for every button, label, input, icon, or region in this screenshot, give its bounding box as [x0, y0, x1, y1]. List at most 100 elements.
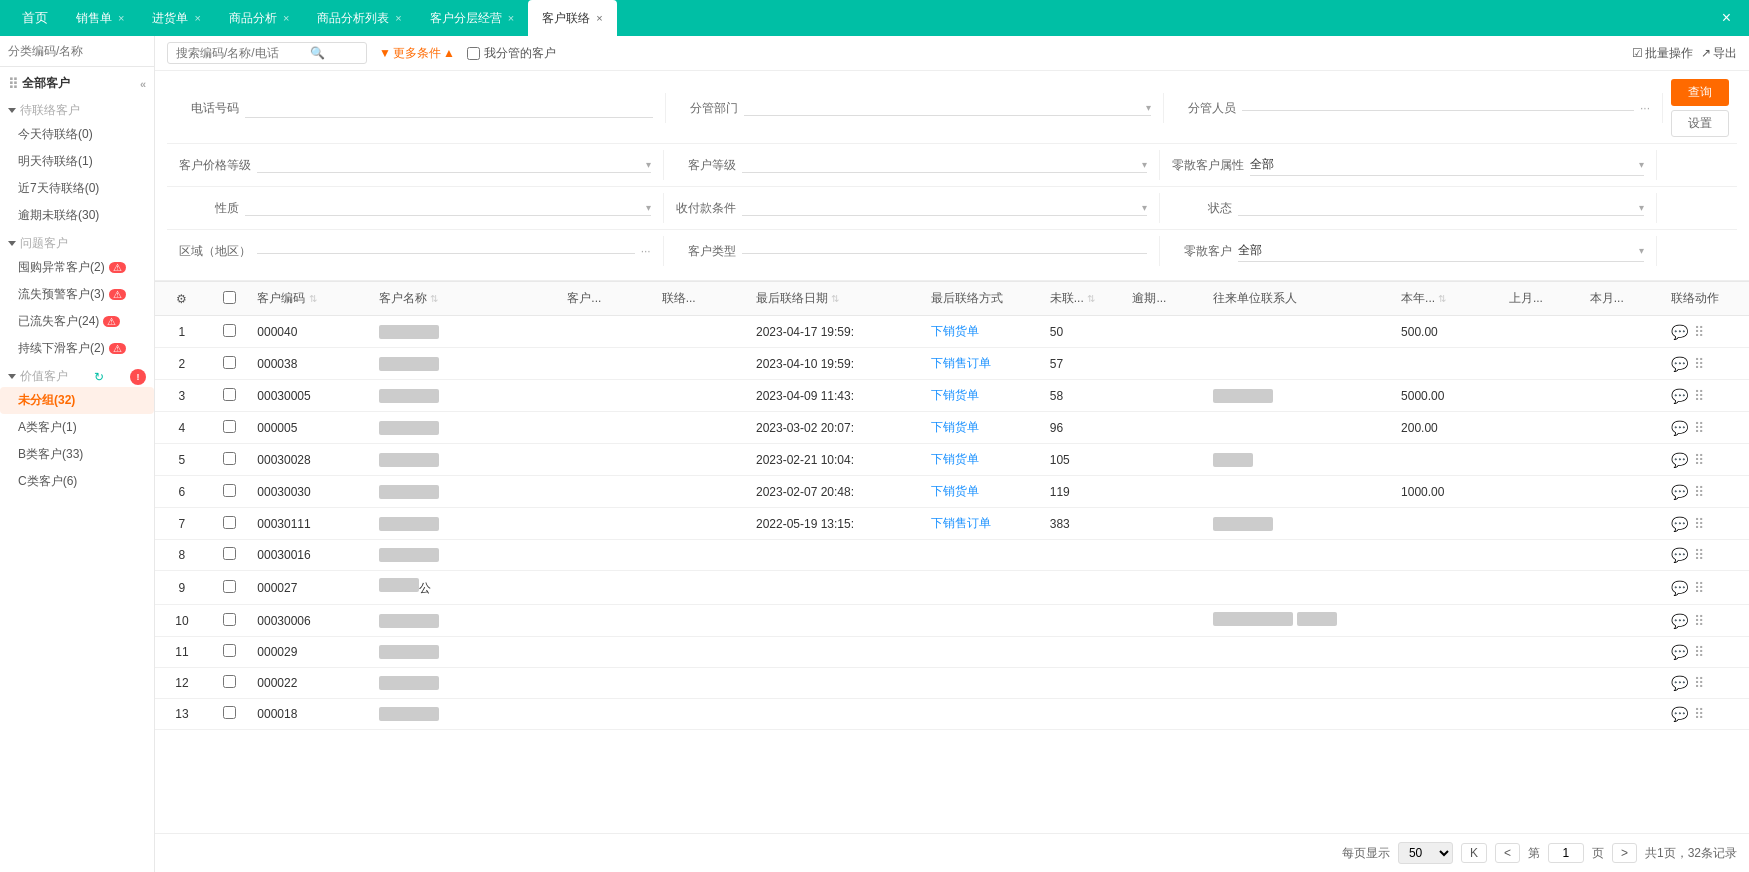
contact-icon[interactable]: 💬 — [1671, 580, 1688, 596]
th-this-month[interactable]: 本月... — [1582, 282, 1663, 316]
sidebar-item-today[interactable]: 今天待联络(0) — [0, 121, 154, 148]
more-conditions-button[interactable]: ▼ 更多条件 ▲ — [379, 45, 455, 62]
th-checkbox[interactable] — [209, 282, 249, 316]
cell-checkbox[interactable] — [209, 476, 249, 508]
contact-icon[interactable]: 💬 — [1671, 420, 1688, 436]
sidebar-item-tomorrow[interactable]: 明天待联络(1) — [0, 148, 154, 175]
contact-icon[interactable]: 💬 — [1671, 324, 1688, 340]
sidebar-item-lost[interactable]: 已流失客户(24) ⚠ — [0, 308, 154, 335]
sidebar-item-7days[interactable]: 近7天待联络(0) — [0, 175, 154, 202]
sidebar-group-pending[interactable]: 待联络客户 — [0, 96, 154, 121]
row-checkbox[interactable] — [223, 706, 236, 719]
th-unit-contact[interactable]: 往来单位联系人 — [1205, 282, 1393, 316]
th-last-date[interactable]: 最后联络日期 — [748, 282, 923, 316]
sidebar-group-value[interactable]: 价值客户 ↻ ! — [0, 362, 154, 387]
nav-home-tab[interactable]: 首页 — [8, 9, 62, 27]
more-action-icon[interactable]: ⠿ — [1694, 706, 1704, 722]
prev-page-button[interactable]: < — [1495, 843, 1520, 863]
th-overdue[interactable]: 逾期... — [1124, 282, 1205, 316]
last-way-link[interactable]: 下销货单 — [931, 388, 979, 402]
contact-icon[interactable]: 💬 — [1671, 388, 1688, 404]
nav-tab-sales-close[interactable]: × — [118, 12, 124, 24]
last-way-link[interactable]: 下销售订单 — [931, 516, 991, 530]
th-last-month[interactable]: 上月... — [1501, 282, 1582, 316]
last-way-link[interactable]: 下销货单 — [931, 484, 979, 498]
row-checkbox[interactable] — [223, 580, 236, 593]
dept-select[interactable]: ▾ — [744, 100, 1152, 116]
row-checkbox[interactable] — [223, 324, 236, 337]
sidebar-item-class-b[interactable]: B类客户(33) — [0, 441, 154, 468]
close-all-tabs-button[interactable]: × — [1712, 9, 1741, 27]
nav-tab-analysis-close[interactable]: × — [283, 12, 289, 24]
sidebar-item-overdue[interactable]: 逾期未联络(30) — [0, 202, 154, 229]
more-action-icon[interactable]: ⠿ — [1694, 547, 1704, 563]
row-checkbox[interactable] — [223, 644, 236, 657]
row-checkbox[interactable] — [223, 675, 236, 688]
page-number-input[interactable] — [1548, 843, 1584, 863]
row-checkbox[interactable] — [223, 356, 236, 369]
cell-checkbox[interactable] — [209, 699, 249, 730]
contact-icon[interactable]: 💬 — [1671, 613, 1688, 629]
more-action-icon[interactable]: ⠿ — [1694, 516, 1704, 532]
scattered-attr-select[interactable]: 全部 ▾ — [1250, 154, 1644, 176]
sidebar-item-declining[interactable]: 持续下滑客户(2) ⚠ — [0, 335, 154, 362]
th-type[interactable]: 客户... — [559, 282, 653, 316]
my-customers-checkbox-label[interactable]: 我分管的客户 — [467, 45, 556, 62]
region-select[interactable] — [257, 249, 635, 254]
sidebar-item-warning[interactable]: 流失预警客户(3) ⚠ — [0, 281, 154, 308]
th-contact[interactable]: 联络... — [654, 282, 748, 316]
row-checkbox[interactable] — [223, 388, 236, 401]
settings-gear-icon[interactable]: ⚙ — [176, 292, 187, 306]
batch-operations-button[interactable]: ☑ 批量操作 — [1632, 45, 1693, 62]
nav-tab-customer-mgmt-close[interactable]: × — [508, 12, 514, 24]
cell-checkbox[interactable] — [209, 316, 249, 348]
value-group-refresh-icon[interactable]: ↻ — [94, 370, 104, 384]
cell-checkbox[interactable] — [209, 412, 249, 444]
cell-checkbox[interactable] — [209, 637, 249, 668]
row-checkbox[interactable] — [223, 547, 236, 560]
nav-tab-customer-mgmt[interactable]: 客户分层经营 × — [416, 0, 528, 36]
sidebar-item-class-c[interactable]: C类客户(6) — [0, 468, 154, 495]
export-button[interactable]: ↗ 导出 — [1701, 45, 1737, 62]
first-page-button[interactable]: K — [1461, 843, 1487, 863]
contact-icon[interactable]: 💬 — [1671, 547, 1688, 563]
contact-icon[interactable]: 💬 — [1671, 675, 1688, 691]
more-action-icon[interactable]: ⠿ — [1694, 388, 1704, 404]
contact-icon[interactable]: 💬 — [1671, 484, 1688, 500]
search-icon[interactable]: 🔍 — [310, 46, 325, 60]
per-page-select[interactable]: 50 100 200 — [1398, 842, 1453, 864]
sidebar-all-customers[interactable]: ⠿ 全部客户 « — [0, 67, 154, 96]
cell-checkbox[interactable] — [209, 540, 249, 571]
last-way-link[interactable]: 下销货单 — [931, 324, 979, 338]
customer-level-select[interactable]: ▾ — [742, 157, 1148, 173]
nav-tab-sales[interactable]: 销售单 × — [62, 0, 138, 36]
more-action-icon[interactable]: ⠿ — [1694, 452, 1704, 468]
select-all-checkbox[interactable] — [223, 291, 236, 304]
reset-button[interactable]: 设置 — [1671, 110, 1729, 137]
sidebar-group-problem[interactable]: 问题客户 — [0, 229, 154, 254]
scattered-select[interactable]: 全部 ▾ — [1238, 240, 1644, 262]
th-uncontact[interactable]: 未联... — [1042, 282, 1125, 316]
contact-icon[interactable]: 💬 — [1671, 452, 1688, 468]
cell-checkbox[interactable] — [209, 571, 249, 605]
more-action-icon[interactable]: ⠿ — [1694, 484, 1704, 500]
row-checkbox[interactable] — [223, 452, 236, 465]
sidebar-search-input[interactable] — [8, 44, 155, 58]
region-more-icon[interactable]: ··· — [641, 244, 651, 258]
row-checkbox[interactable] — [223, 484, 236, 497]
my-customers-checkbox[interactable] — [467, 47, 480, 60]
row-checkbox[interactable] — [223, 420, 236, 433]
more-action-icon[interactable]: ⠿ — [1694, 675, 1704, 691]
nav-tab-customer-contact-close[interactable]: × — [596, 12, 602, 24]
nav-tab-analysis-list[interactable]: 商品分析列表 × — [303, 0, 415, 36]
th-settings[interactable]: ⚙ — [155, 282, 209, 316]
customer-type-select[interactable] — [742, 249, 1148, 254]
last-way-link[interactable]: 下销货单 — [931, 452, 979, 466]
cell-checkbox[interactable] — [209, 348, 249, 380]
contact-icon[interactable]: 💬 — [1671, 516, 1688, 532]
sidebar-item-ungroup[interactable]: 未分组(32) — [0, 387, 154, 414]
more-action-icon[interactable]: ⠿ — [1694, 644, 1704, 660]
more-action-icon[interactable]: ⠿ — [1694, 324, 1704, 340]
search-input[interactable] — [176, 46, 306, 60]
th-name[interactable]: 客户名称 — [371, 282, 560, 316]
